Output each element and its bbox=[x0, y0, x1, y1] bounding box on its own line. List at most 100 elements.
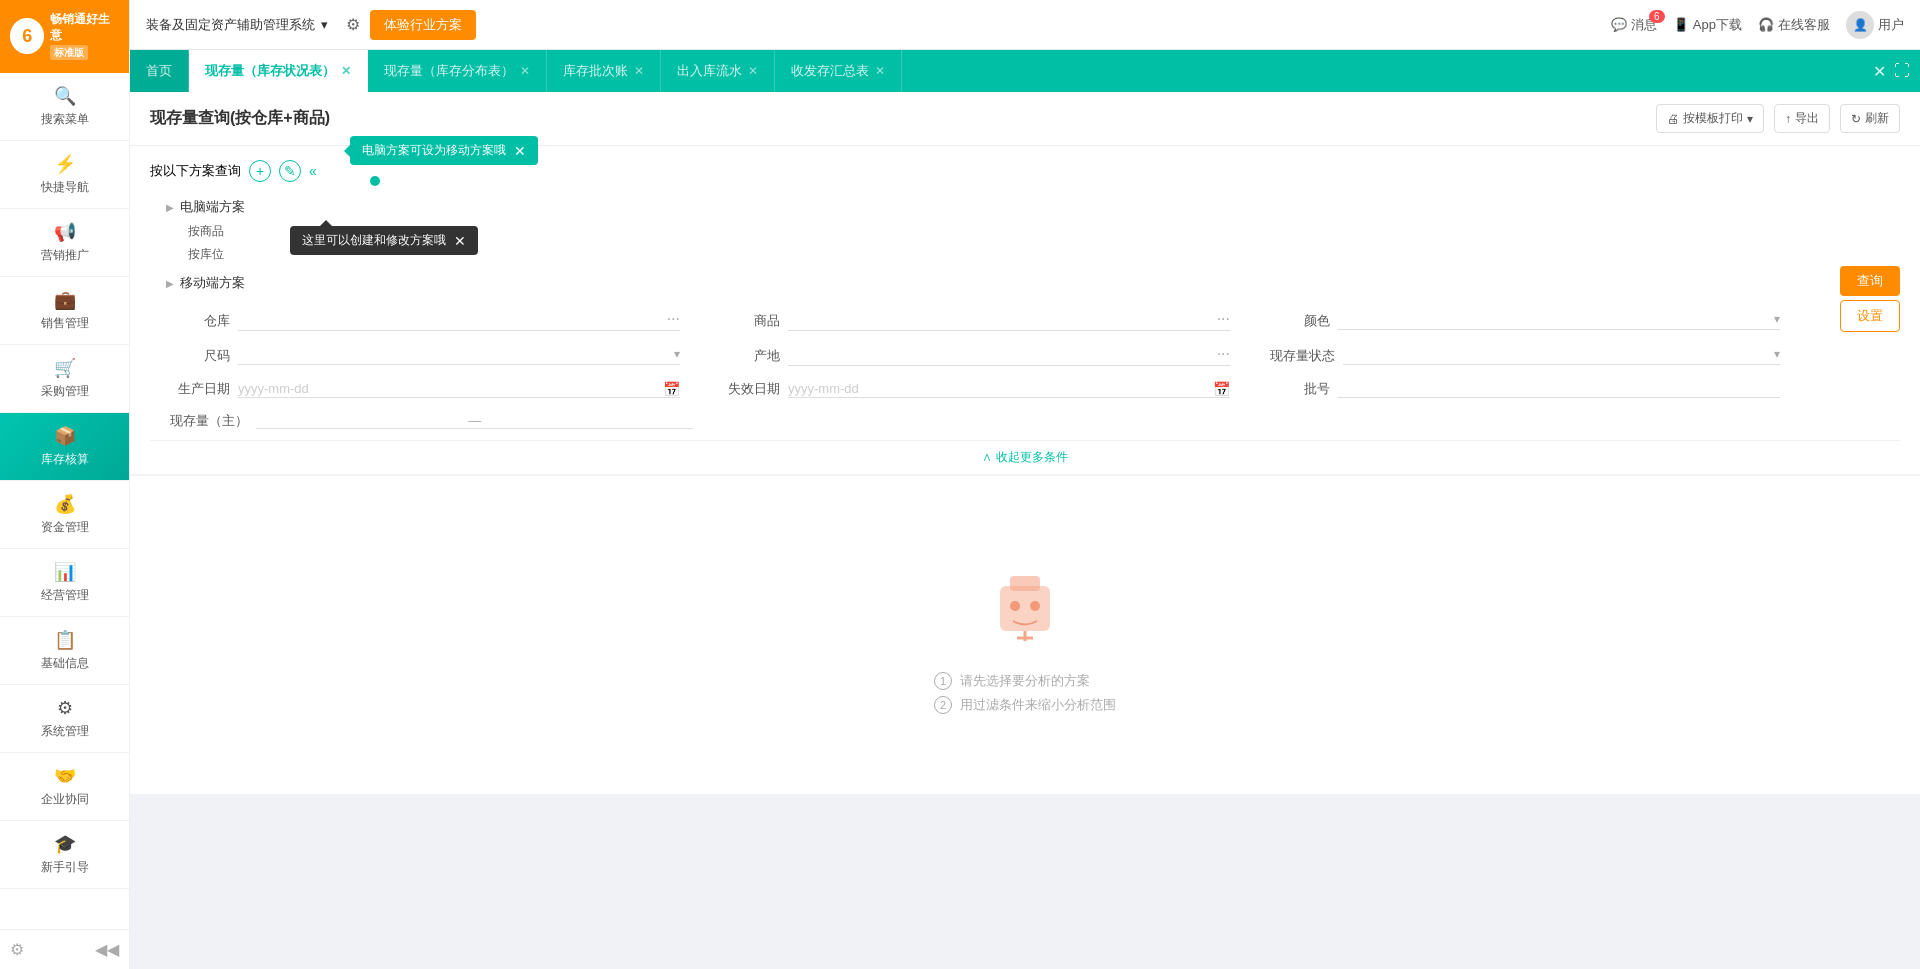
sidebar-item-basic[interactable]: 📋 基础信息 bbox=[0, 617, 129, 685]
empty-step-1-text: 请先选择要分析的方案 bbox=[960, 672, 1090, 690]
sidebar-item-inventory[interactable]: 📦 库存核算 bbox=[0, 413, 129, 481]
reset-button[interactable]: 设置 bbox=[1840, 300, 1900, 332]
scheme-group-mobile-header[interactable]: ▶ 移动端方案 bbox=[160, 270, 1900, 296]
goods-label: 商品 bbox=[720, 312, 780, 330]
online-service-icon: 🎧 bbox=[1758, 17, 1774, 32]
stock-main-label: 现存量（主） bbox=[170, 412, 248, 430]
tab-inventory-status[interactable]: 现存量（库存状况表） ✕ bbox=[189, 50, 368, 92]
template-print-button[interactable]: 🖨 按模板打印 ▾ bbox=[1656, 104, 1764, 133]
sidebar-logo: 6 畅销通好生意 标准版 bbox=[0, 0, 129, 73]
tab-recv-send-label: 收发存汇总表 bbox=[791, 62, 869, 80]
expire-date-range: 📅 bbox=[788, 381, 1230, 398]
export-icon: ↑ bbox=[1785, 112, 1791, 126]
collapse-sidebar-icon[interactable]: ◀◀ bbox=[95, 940, 119, 959]
user-label: 用户 bbox=[1878, 16, 1904, 34]
size-dropdown-icon[interactable]: ▾ bbox=[674, 347, 680, 361]
tab-inventory-status-close[interactable]: ✕ bbox=[341, 64, 351, 78]
expire-date-start[interactable] bbox=[788, 381, 1209, 396]
goods-input[interactable] bbox=[788, 312, 1217, 327]
batch-input[interactable] bbox=[1338, 380, 1780, 395]
size-label: 尺码 bbox=[170, 347, 230, 365]
expire-date-calendar-icon[interactable]: 📅 bbox=[1213, 381, 1230, 397]
message-item[interactable]: 💬 消息 6 bbox=[1611, 16, 1657, 34]
stock-status-dropdown-icon[interactable]: ▾ bbox=[1774, 347, 1780, 361]
sidebar-item-operations[interactable]: 📊 经营管理 bbox=[0, 549, 129, 617]
user-item[interactable]: 👤 用户 bbox=[1846, 11, 1904, 39]
online-service-label: 在线客服 bbox=[1778, 16, 1830, 34]
origin-more-icon[interactable]: ··· bbox=[1217, 345, 1230, 363]
filter-edit-button[interactable]: ✎ bbox=[279, 160, 301, 182]
main-area: 装备及固定资产辅助管理系统 ▾ ⚙ 体验行业方案 💬 消息 6 📱 App下载 … bbox=[130, 0, 1920, 969]
sidebar-item-system[interactable]: ⚙ 系统管理 bbox=[0, 685, 129, 753]
svg-point-2 bbox=[1010, 601, 1020, 611]
tab-batch-account-close[interactable]: ✕ bbox=[634, 64, 644, 78]
app-download-item[interactable]: 📱 App下载 bbox=[1673, 16, 1742, 34]
empty-icon bbox=[975, 556, 1075, 656]
warehouse-input[interactable] bbox=[238, 312, 667, 327]
sidebar-label-guide: 新手引导 bbox=[41, 859, 89, 876]
search-button[interactable]: 查询 bbox=[1840, 266, 1900, 296]
scheme-group-pc-header[interactable]: ▶ 电脑端方案 bbox=[160, 194, 1900, 220]
tabbar: 首页 现存量（库存状况表） ✕ 现存量（库存分布表） ✕ 库存批次账 ✕ 出入库… bbox=[130, 50, 1920, 92]
sidebar-item-marketing[interactable]: 📢 营销推广 bbox=[0, 209, 129, 277]
export-button[interactable]: ↑ 导出 bbox=[1774, 104, 1830, 133]
experience-button[interactable]: 体验行业方案 bbox=[370, 10, 476, 40]
system-name: 装备及固定资产辅助管理系统 bbox=[146, 16, 315, 34]
empty-step-1: 1 请先选择要分析的方案 bbox=[934, 672, 1116, 690]
sales-icon: 💼 bbox=[54, 289, 76, 311]
system-selector-chevron: ▾ bbox=[321, 17, 328, 32]
sidebar-item-sales[interactable]: 💼 销售管理 bbox=[0, 277, 129, 345]
tooltip-scheme-close[interactable]: ✕ bbox=[514, 143, 526, 159]
size-input[interactable] bbox=[238, 347, 674, 362]
color-dropdown-icon[interactable]: ▾ bbox=[1774, 312, 1780, 326]
tab-in-out-flow[interactable]: 出入库流水 ✕ bbox=[661, 50, 775, 92]
sidebar-item-guide[interactable]: 🎓 新手引导 bbox=[0, 821, 129, 889]
goods-more-icon[interactable]: ··· bbox=[1217, 310, 1230, 328]
topbar-gear-icon[interactable]: ⚙ bbox=[346, 15, 360, 34]
sidebar-item-finance[interactable]: 💰 资金管理 bbox=[0, 481, 129, 549]
origin-label: 产地 bbox=[720, 347, 780, 365]
tab-inventory-status-label: 现存量（库存状况表） bbox=[205, 62, 335, 80]
filter-collapse-text: ∧ 收起更多条件 bbox=[982, 450, 1067, 464]
tooltip-create-close[interactable]: ✕ bbox=[454, 233, 466, 249]
tab-inventory-dist-close[interactable]: ✕ bbox=[520, 64, 530, 78]
sidebar-item-quicknav[interactable]: ⚡ 快捷导航 bbox=[0, 141, 129, 209]
filter-arrow-button[interactable]: « bbox=[309, 163, 317, 179]
sidebar-item-collab[interactable]: 🤝 企业协同 bbox=[0, 753, 129, 821]
tab-recv-send-close[interactable]: ✕ bbox=[875, 64, 885, 78]
prod-date-calendar-icon[interactable]: 📅 bbox=[663, 381, 680, 397]
sidebar-item-search[interactable]: 🔍 搜索菜单 bbox=[0, 73, 129, 141]
finance-icon: 💰 bbox=[54, 493, 76, 515]
tab-inventory-dist[interactable]: 现存量（库存分布表） ✕ bbox=[368, 50, 547, 92]
stock-main-start[interactable] bbox=[256, 413, 460, 428]
stock-status-input[interactable] bbox=[1343, 347, 1774, 362]
close-all-tabs-icon[interactable]: ✕ bbox=[1873, 62, 1886, 81]
tab-in-out-flow-close[interactable]: ✕ bbox=[748, 64, 758, 78]
settings-bottom-icon[interactable]: ⚙ bbox=[10, 940, 24, 959]
sidebar-label-finance: 资金管理 bbox=[41, 519, 89, 536]
tab-recv-send[interactable]: 收发存汇总表 ✕ bbox=[775, 50, 902, 92]
tab-home[interactable]: 首页 bbox=[130, 50, 189, 92]
empty-step-2: 2 用过滤条件来缩小分析范围 bbox=[934, 696, 1116, 714]
svg-point-3 bbox=[1030, 601, 1040, 611]
warehouse-more-icon[interactable]: ··· bbox=[667, 310, 680, 328]
color-input[interactable] bbox=[1338, 312, 1774, 327]
message-badge: 6 bbox=[1649, 10, 1665, 23]
tab-batch-account[interactable]: 库存批次账 ✕ bbox=[547, 50, 661, 92]
tabbar-actions: ✕ ⛶ bbox=[1863, 62, 1920, 81]
scheme-group-mobile-arrow: ▶ bbox=[166, 278, 174, 289]
logo-icon: 6 bbox=[10, 18, 44, 54]
sidebar-item-purchase[interactable]: 🛒 采购管理 bbox=[0, 345, 129, 413]
system-selector[interactable]: 装备及固定资产辅助管理系统 ▾ bbox=[146, 16, 328, 34]
sidebar-label-collab: 企业协同 bbox=[41, 791, 89, 808]
prod-date-range: 📅 bbox=[238, 381, 680, 398]
online-service-item[interactable]: 🎧 在线客服 bbox=[1758, 16, 1830, 34]
filter-add-button[interactable]: + bbox=[249, 160, 271, 182]
maximize-icon[interactable]: ⛶ bbox=[1894, 62, 1910, 80]
prod-date-start[interactable] bbox=[238, 381, 659, 396]
filter-collapse[interactable]: ∧ 收起更多条件 bbox=[150, 440, 1900, 474]
origin-input[interactable] bbox=[788, 347, 1217, 362]
dot-indicator bbox=[370, 176, 380, 186]
refresh-button[interactable]: ↻ 刷新 bbox=[1840, 104, 1900, 133]
stock-main-end[interactable] bbox=[489, 413, 693, 428]
